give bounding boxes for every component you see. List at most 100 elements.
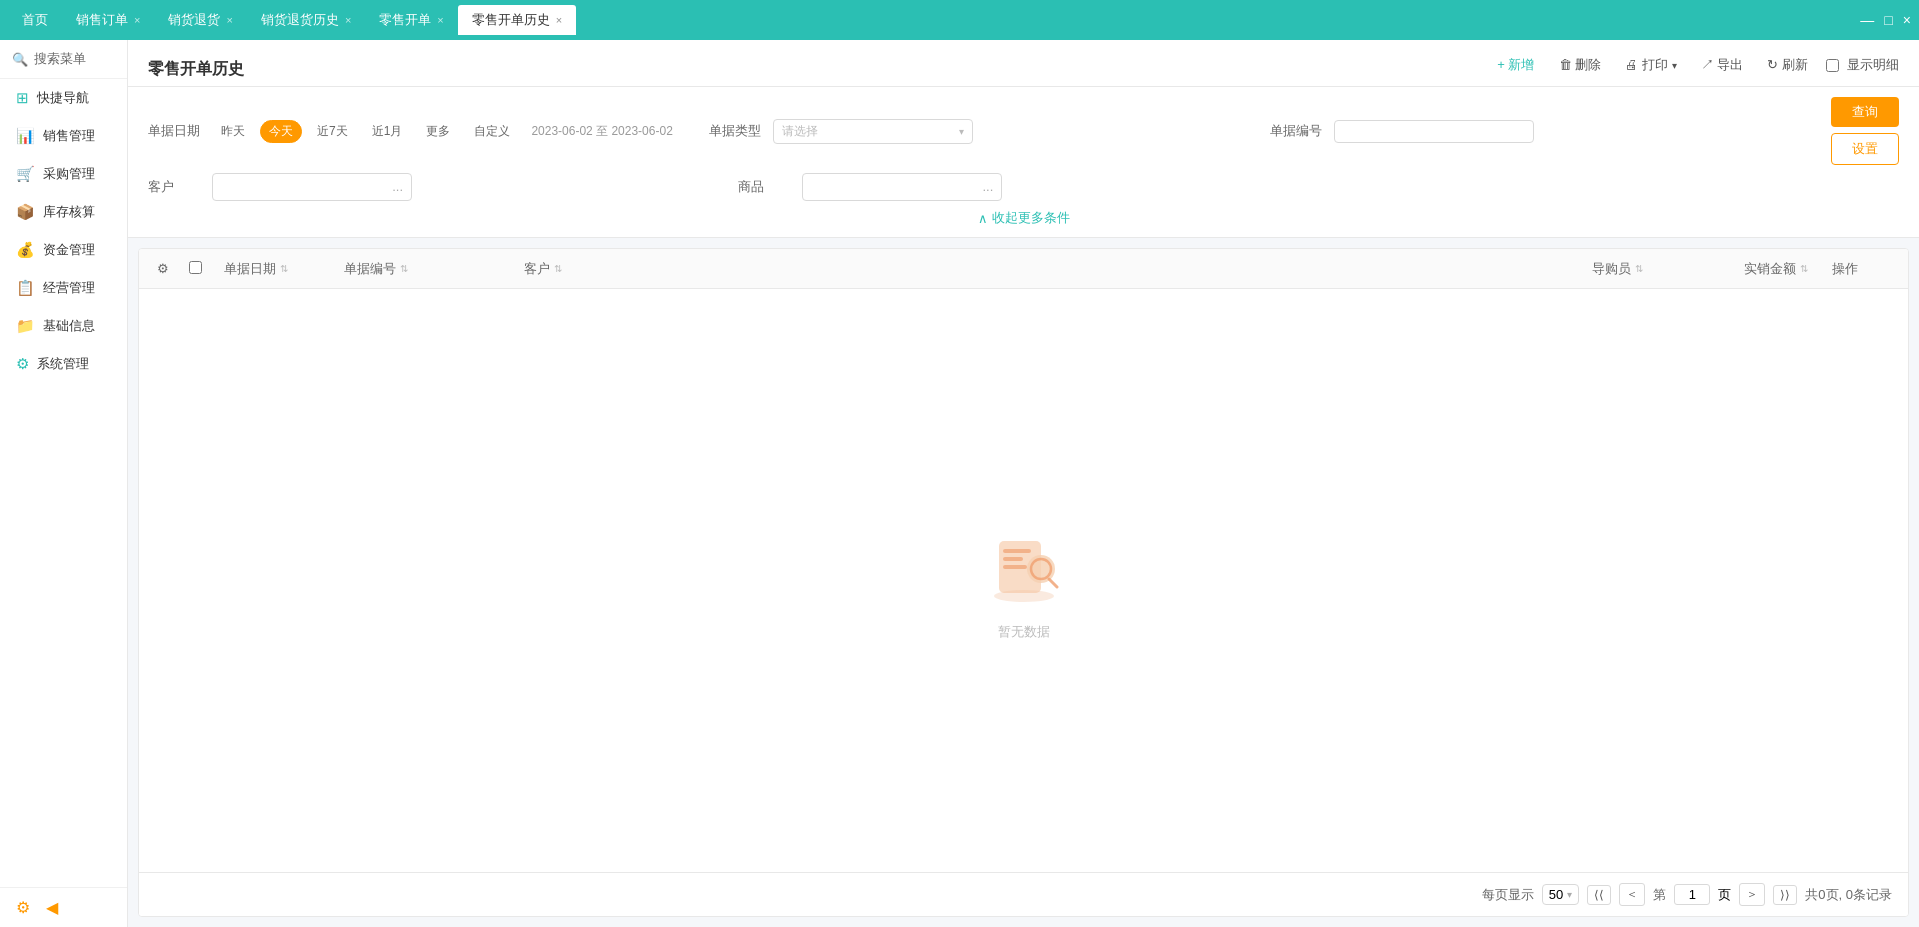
tab-retail-open[interactable]: 零售开单 × — [365, 5, 457, 35]
filter-row-2: 客户 商品 — [148, 173, 1899, 201]
maximize-icon[interactable]: □ — [1884, 12, 1892, 28]
basic-icon: 📁 — [16, 317, 35, 335]
sidebar-item-inventory[interactable]: 📦 库存核算 — [0, 193, 127, 231]
operations-icon: 📋 — [16, 279, 35, 297]
minimize-icon[interactable]: — — [1860, 12, 1874, 28]
window-close-icon[interactable]: × — [1903, 12, 1911, 28]
sidebar-item-basic[interactable]: 📁 基础信息 — [0, 307, 127, 345]
empty-illustration — [979, 521, 1069, 611]
type-label: 单据类型 — [709, 122, 765, 140]
page-input[interactable] — [1674, 884, 1710, 905]
tab-retail-history[interactable]: 零售开单历史 × — [458, 5, 576, 35]
date-custom[interactable]: 自定义 — [465, 120, 519, 143]
close-icon[interactable]: × — [345, 14, 351, 26]
date-more[interactable]: 更多 — [417, 120, 459, 143]
collapse-icon[interactable]: ◀ — [46, 898, 58, 917]
customer-input[interactable] — [212, 173, 412, 201]
delete-button[interactable]: 🗑 删除 — [1553, 52, 1608, 78]
purchase-icon: 🛒 — [16, 165, 35, 183]
empty-text: 暂无数据 — [998, 623, 1050, 641]
filter-row-1: 单据日期 昨天 今天 近7天 近1月 更多 自定义 2023-06-02 至 2… — [148, 97, 1899, 165]
per-page-label: 每页显示 — [1482, 886, 1534, 904]
page-header: 零售开单历史 + 新增 🗑 删除 🖨 打印 ▾ ↗ 导出 ↻ 刷新 — [128, 40, 1919, 87]
sort-icon: ⇅ — [554, 263, 562, 274]
sidebar-item-operations[interactable]: 📋 经营管理 — [0, 269, 127, 307]
content-area: 零售开单历史 + 新增 🗑 删除 🖨 打印 ▾ ↗ 导出 ↻ 刷新 — [128, 40, 1919, 927]
collapse-more-button[interactable]: ∧ 收起更多条件 — [148, 209, 1899, 227]
settings-icon[interactable]: ⚙ — [16, 898, 30, 917]
col-header-action: 操作 — [1820, 252, 1900, 286]
table-container: ⚙ 单据日期 ⇅ 单据编号 ⇅ 客户 ⇅ 导购员 ⇅ — [138, 248, 1909, 917]
column-settings-icon[interactable]: ⚙ — [147, 261, 179, 276]
print-button[interactable]: 🖨 打印 ▾ — [1619, 52, 1683, 78]
first-page-button[interactable]: ⟨⟨ — [1587, 885, 1611, 905]
col-header-number[interactable]: 单据编号 ⇅ — [332, 252, 512, 286]
export-button[interactable]: ↗ 导出 — [1695, 52, 1750, 78]
svg-line-7 — [1049, 579, 1057, 587]
sidebar-item-system[interactable]: ⚙ 系统管理 — [0, 345, 127, 383]
sidebar-item-label: 快捷导航 — [37, 89, 89, 107]
top-tab-bar: 首页 销售订单 × 销货退货 × 销货退货历史 × 零售开单 × 零售开单历史 … — [0, 0, 1919, 40]
col-header-amount[interactable]: 实销金额 ⇅ — [1700, 252, 1820, 286]
window-controls: — □ × — [1860, 12, 1911, 28]
empty-state: 暂无数据 — [139, 289, 1908, 872]
svg-rect-3 — [1003, 557, 1023, 561]
sidebar-search[interactable]: 🔍 搜索菜单 — [0, 40, 127, 79]
col-header-date[interactable]: 单据日期 ⇅ — [212, 252, 332, 286]
page-title: 零售开单历史 — [148, 59, 244, 80]
date-range-display: 2023-06-02 至 2023-06-02 — [531, 123, 672, 140]
dropdown-icon: ▾ — [1672, 60, 1677, 71]
sort-icon: ⇅ — [1635, 263, 1643, 274]
date-7days[interactable]: 近7天 — [308, 120, 357, 143]
new-button[interactable]: + 新增 — [1491, 52, 1540, 78]
sidebar-item-label: 系统管理 — [37, 355, 89, 373]
date-1month[interactable]: 近1月 — [363, 120, 412, 143]
date-yesterday[interactable]: 昨天 — [212, 120, 254, 143]
select-all-checkbox[interactable] — [179, 261, 212, 277]
tab-return[interactable]: 销货退货 × — [154, 5, 246, 35]
sidebar-item-purchase[interactable]: 🛒 采购管理 — [0, 155, 127, 193]
sort-icon: ⇅ — [400, 263, 408, 274]
customer-label: 客户 — [148, 178, 204, 196]
date-today[interactable]: 今天 — [260, 120, 302, 143]
sidebar-item-quicknav[interactable]: ⊞ 快捷导航 — [0, 79, 127, 117]
col-header-customer[interactable]: 客户 ⇅ — [512, 252, 1580, 286]
tab-sales-order[interactable]: 销售订单 × — [62, 5, 154, 35]
sidebar-item-label: 资金管理 — [43, 241, 95, 259]
prev-page-button[interactable]: ＜ — [1619, 883, 1645, 906]
sidebar-item-sales[interactable]: 📊 销售管理 — [0, 117, 127, 155]
close-icon[interactable]: × — [226, 14, 232, 26]
close-icon[interactable]: × — [556, 14, 562, 26]
filter-buttons: 查询 设置 — [1831, 97, 1899, 165]
sidebar-item-label: 采购管理 — [43, 165, 95, 183]
close-icon[interactable]: × — [437, 14, 443, 26]
sidebar-item-finance[interactable]: 💰 资金管理 — [0, 231, 127, 269]
next-page-button[interactable]: ＞ — [1739, 883, 1765, 906]
sidebar-bottom: ⚙ ◀ — [0, 887, 127, 927]
display-detail-input[interactable] — [1826, 59, 1839, 72]
page-label-pre: 第 — [1653, 886, 1666, 904]
page-label: 页 — [1718, 886, 1731, 904]
close-icon[interactable]: × — [134, 14, 140, 26]
per-page-select[interactable]: 50 ▾ — [1542, 884, 1579, 905]
tab-return-history[interactable]: 销货退货历史 × — [247, 5, 365, 35]
goods-input[interactable] — [802, 173, 1002, 201]
search-icon: 🔍 — [12, 52, 28, 67]
svg-rect-2 — [1003, 549, 1031, 553]
number-input[interactable] — [1334, 120, 1534, 143]
inventory-icon: 📦 — [16, 203, 35, 221]
last-page-button[interactable]: ⟩⟩ — [1773, 885, 1797, 905]
display-detail-checkbox[interactable]: 显示明细 — [1826, 56, 1899, 74]
finance-icon: 💰 — [16, 241, 35, 259]
svg-rect-4 — [1003, 565, 1027, 569]
sidebar-item-label: 基础信息 — [43, 317, 95, 335]
sidebar-item-label: 销售管理 — [43, 127, 95, 145]
type-select[interactable]: 请选择 ▾ — [773, 119, 973, 144]
sales-icon: 📊 — [16, 127, 35, 145]
refresh-button[interactable]: ↻ 刷新 — [1761, 52, 1814, 78]
tab-home[interactable]: 首页 — [8, 5, 62, 35]
sort-icon: ⇅ — [280, 263, 288, 274]
col-header-guide[interactable]: 导购员 ⇅ — [1580, 252, 1700, 286]
filter-settings-button[interactable]: 设置 — [1831, 133, 1899, 165]
query-button[interactable]: 查询 — [1831, 97, 1899, 127]
